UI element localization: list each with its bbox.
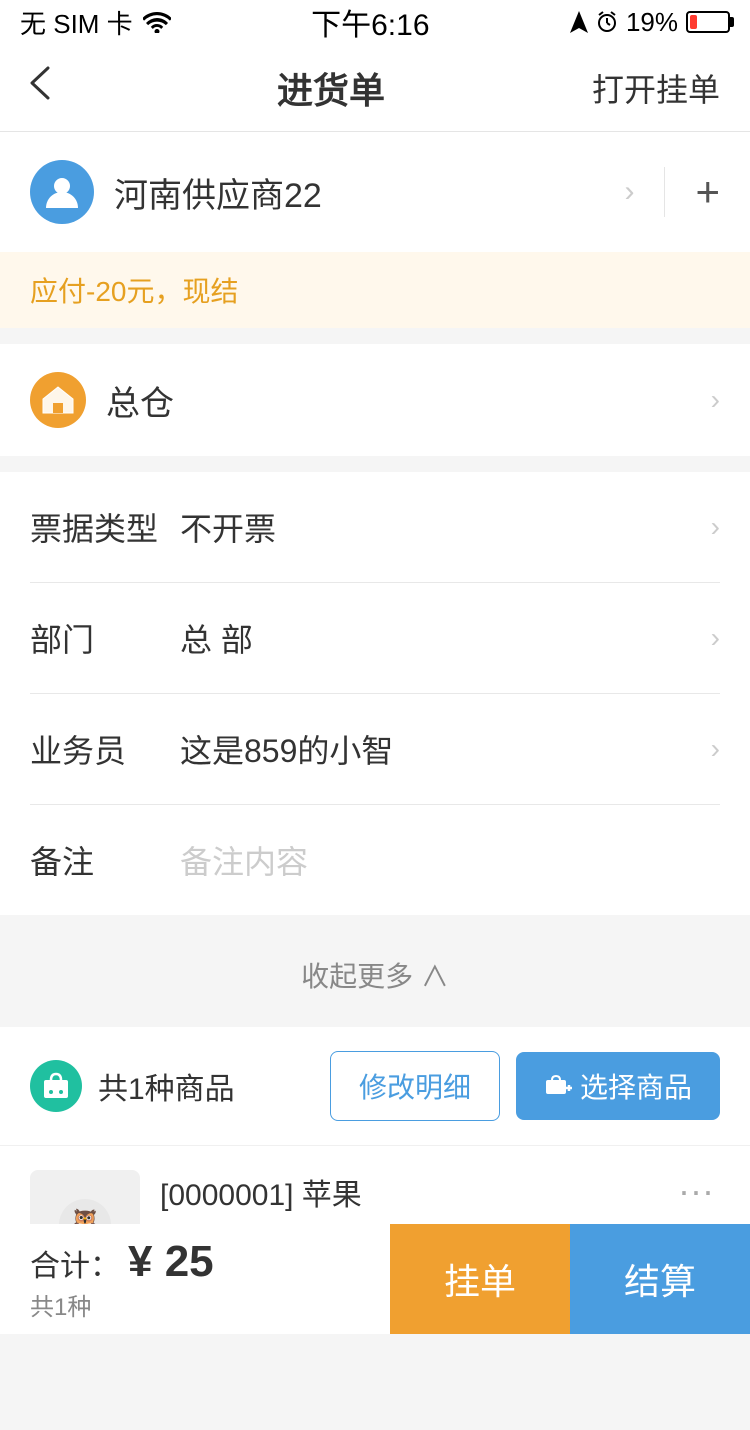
remark-label: 备注 xyxy=(30,837,160,883)
product-header: 共1种商品 修改明细 选择商品 xyxy=(0,1027,750,1145)
product-count-text: 共1种商品 xyxy=(98,1064,314,1108)
wifi-icon xyxy=(143,11,171,33)
carrier-text: 无 SIM 卡 xyxy=(20,4,133,41)
invoice-value: 不开票 xyxy=(180,504,711,550)
status-bar: 无 SIM 卡 下午6:16 19% xyxy=(0,0,750,44)
product-icon xyxy=(30,1060,82,1112)
status-right: 19% xyxy=(570,7,730,38)
notice-bar: 应付-20元，现结 xyxy=(0,252,750,328)
battery-percent: 19% xyxy=(626,7,678,38)
bottom-bar: 合计： ¥ 25 共1种 挂单 结算 xyxy=(0,1224,750,1334)
supplier-chevron-icon: › xyxy=(624,175,634,209)
remark-input[interactable]: 备注内容 xyxy=(180,837,720,883)
form-section: 票据类型 不开票 › 部门 总 部 › 业务员 这是859的小智 › 备注 备注… xyxy=(0,472,750,915)
invoice-label: 票据类型 xyxy=(30,504,160,550)
warehouse-row[interactable]: 总仓 › xyxy=(0,344,750,456)
dept-chevron-icon: › xyxy=(711,622,720,654)
dept-row[interactable]: 部门 总 部 › xyxy=(0,583,750,693)
spacer3 xyxy=(0,1019,750,1027)
spacer xyxy=(0,328,750,344)
select-product-label: 选择商品 xyxy=(580,1066,692,1106)
bottom-spacer xyxy=(0,1320,750,1430)
product-name: [0000001] 苹果 xyxy=(160,1170,652,1214)
sales-chevron-icon: › xyxy=(711,733,720,765)
status-left: 无 SIM 卡 xyxy=(20,4,171,41)
nav-bar: 进货单 打开挂单 xyxy=(0,44,750,132)
supplier-row[interactable]: 河南供应商22 › + xyxy=(0,132,750,252)
dept-value: 总 部 xyxy=(180,615,711,661)
spacer2 xyxy=(0,456,750,472)
total-label-row: 合计： ¥ 25 xyxy=(30,1237,360,1287)
invoice-row[interactable]: 票据类型 不开票 › xyxy=(0,472,750,582)
select-product-button[interactable]: 选择商品 xyxy=(516,1052,720,1120)
warehouse-name: 总仓 xyxy=(106,376,711,425)
supplier-name: 河南供应商22 xyxy=(114,168,624,217)
hang-button[interactable]: 挂单 xyxy=(390,1224,570,1334)
total-area: 合计： ¥ 25 共1种 xyxy=(0,1237,390,1322)
more-options-button[interactable]: ··· xyxy=(672,1170,720,1212)
sales-value: 这是859的小智 xyxy=(180,726,711,772)
battery-fill xyxy=(690,15,697,29)
collapse-label: 收起更多 ∧ xyxy=(301,955,449,995)
remark-row[interactable]: 备注 备注内容 xyxy=(0,805,750,915)
sales-row[interactable]: 业务员 这是859的小智 › xyxy=(0,694,750,804)
supplier-avatar xyxy=(30,160,94,224)
person-icon xyxy=(42,172,82,212)
total-label-text: 合计： xyxy=(30,1241,120,1285)
vertical-divider xyxy=(664,167,665,217)
edit-detail-button[interactable]: 修改明细 xyxy=(330,1051,500,1121)
product-code: [0000001] xyxy=(160,1179,302,1212)
warehouse-icon xyxy=(30,372,86,428)
status-time: 下午6:16 xyxy=(311,0,429,44)
settle-button[interactable]: 结算 xyxy=(570,1224,750,1334)
collapse-bar[interactable]: 收起更多 ∧ xyxy=(0,931,750,1019)
supplier-section: 河南供应商22 › + 应付-20元，现结 xyxy=(0,132,750,328)
cart-icon xyxy=(544,1074,572,1098)
home-icon xyxy=(41,383,75,417)
alarm-icon xyxy=(596,11,618,33)
product-title: 苹果 xyxy=(302,1179,362,1212)
back-button[interactable] xyxy=(30,66,70,109)
page-title: 进货单 xyxy=(70,62,592,114)
warehouse-section: 总仓 › xyxy=(0,344,750,456)
shopping-icon xyxy=(40,1070,72,1102)
dept-label: 部门 xyxy=(30,615,160,661)
sales-label: 业务员 xyxy=(30,726,160,772)
add-button[interactable]: + xyxy=(695,168,720,216)
total-amount: ¥ 25 xyxy=(128,1237,214,1287)
open-hang-button[interactable]: 打开挂单 xyxy=(592,65,720,111)
location-icon xyxy=(570,11,588,33)
warehouse-chevron-icon: › xyxy=(711,384,720,416)
invoice-chevron-icon: › xyxy=(711,511,720,543)
battery-icon xyxy=(686,11,730,33)
total-sub: 共1种 xyxy=(30,1287,360,1322)
